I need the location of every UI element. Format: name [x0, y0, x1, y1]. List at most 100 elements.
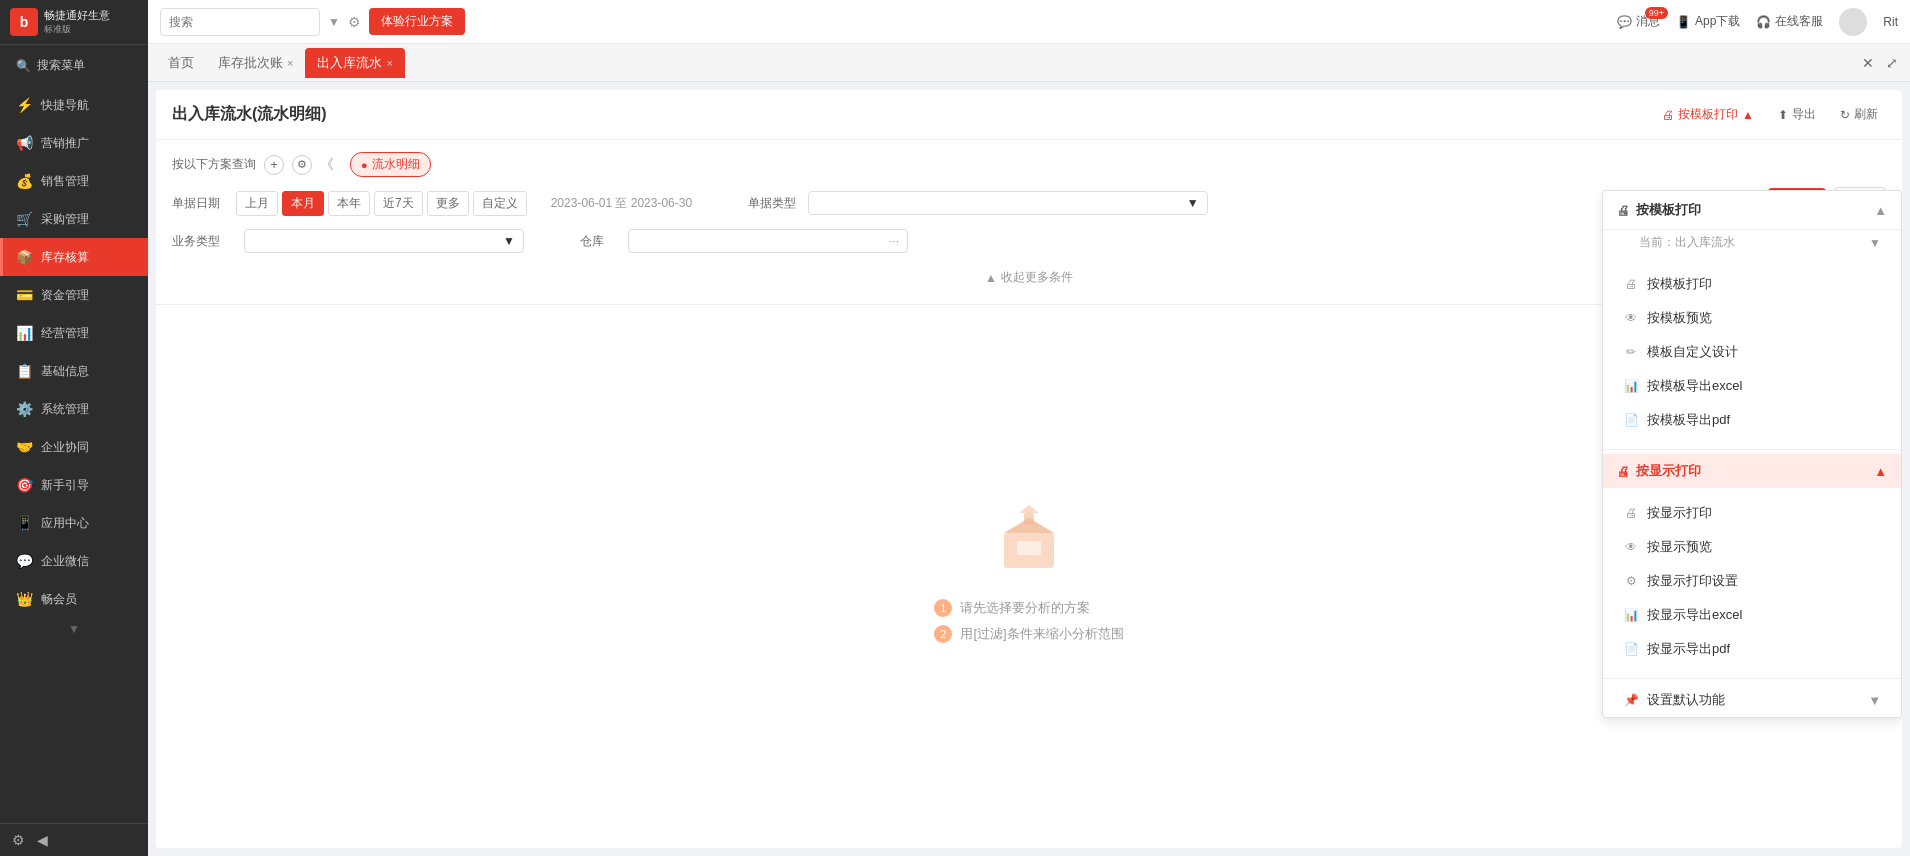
topbar-dropdown-chevron-icon[interactable]: ▼ [328, 15, 340, 29]
sidebar-label-inventory: 库存核算 [41, 249, 89, 266]
date-tag-this-year[interactable]: 本年 [328, 191, 370, 216]
dropdown-template-pdf-btn[interactable]: 📄 按模板导出pdf [1603, 403, 1901, 437]
empty-step-2: 2 用[过滤]条件来缩小分析范围 [934, 625, 1123, 643]
sidebar-item-app-center[interactable]: 📱 应用中心 [0, 504, 148, 542]
sidebar-item-quick-nav[interactable]: ⚡ 快捷导航 [0, 86, 148, 124]
tab-home[interactable]: 首页 [156, 48, 206, 78]
app-name-block: 畅捷通好生意 标准版 [44, 8, 110, 36]
tabbar-right: ✕ ⤢ [1858, 53, 1902, 73]
message-btn[interactable]: 💬 消息 99+ [1617, 13, 1660, 30]
default-fn-icon: 📌 [1623, 692, 1639, 708]
disp-settings-icon: ⚙ [1623, 573, 1639, 589]
chevron-up-icon: ▲ [985, 271, 997, 285]
current-template-chevron-icon[interactable]: ▼ [1869, 236, 1881, 250]
topbar-gear-icon[interactable]: ⚙ [348, 14, 361, 30]
dropdown-template-items: 🖨 按模板打印 👁 按模板预览 ✏ 模板自定义设计 📊 按模板导出excel 📄 [1603, 259, 1901, 445]
purchase-icon: 🛒 [15, 210, 33, 228]
tab-batch[interactable]: 库存批次账 × [206, 48, 305, 78]
tab-flow-close-icon[interactable]: × [386, 57, 392, 69]
dropdown-header-chevron-icon[interactable]: ▲ [1874, 203, 1887, 218]
online-service-btn[interactable]: 🎧 在线客服 [1756, 13, 1823, 30]
user-avatar[interactable] [1839, 8, 1867, 36]
warehouse-select[interactable]: ··· [628, 229, 908, 253]
date-tag-this-month[interactable]: 本月 [282, 191, 324, 216]
sidebar-item-finance[interactable]: 💳 资金管理 [0, 276, 148, 314]
sidebar-item-members[interactable]: 👑 畅会员 [0, 580, 148, 618]
default-fn-chevron-icon: ▼ [1868, 693, 1881, 708]
tab-close-all-btn[interactable]: ✕ [1858, 53, 1878, 73]
tab-expand-btn[interactable]: ⤢ [1882, 53, 1902, 73]
dropdown-template-preview-btn[interactable]: 👁 按模板预览 [1603, 301, 1901, 335]
sidebar-item-marketing[interactable]: 📢 营销推广 [0, 124, 148, 162]
basic-icon: 📋 [15, 362, 33, 380]
print-btn[interactable]: 🖨 按模板打印 ▲ [1654, 102, 1762, 127]
members-icon: 👑 [15, 590, 33, 608]
dropdown-current-item: 当前：出入库流水 ▼ [1603, 230, 1901, 259]
warehouse-more-icon[interactable]: ··· [889, 234, 899, 248]
dropdown-display-pdf-btn[interactable]: 📄 按显示导出pdf [1603, 632, 1901, 666]
export-icon: ⬆ [1778, 108, 1788, 122]
refresh-btn[interactable]: ↻ 刷新 [1832, 102, 1886, 127]
dropdown-display-print-btn[interactable]: 🖨 按显示打印 [1603, 496, 1901, 530]
sidebar-item-system[interactable]: ⚙️ 系统管理 [0, 390, 148, 428]
date-tag-more[interactable]: 更多 [427, 191, 469, 216]
filter-settings-btn[interactable]: ⚙ [292, 155, 312, 175]
active-filter-chip[interactable]: ● 流水明细 [350, 152, 431, 177]
footer-collapse-btn[interactable]: ◀ [37, 832, 48, 848]
topbar-search-input[interactable] [160, 8, 320, 36]
sidebar-item-wechat[interactable]: 💬 企业微信 [0, 542, 148, 580]
footer-settings-btn[interactable]: ⚙ [12, 832, 25, 848]
biz-type-select[interactable]: ▼ [244, 229, 524, 253]
page-content: 出入库流水(流水明细) 🖨 按模板打印 ▲ ⬆ 导出 ↻ 刷新 [156, 90, 1902, 848]
sidebar-item-inventory[interactable]: 📦 库存核算 [0, 238, 148, 276]
date-tag-custom[interactable]: 自定义 [473, 191, 527, 216]
sidebar-label-quick-nav: 快捷导航 [41, 97, 89, 114]
sales-icon: 💰 [15, 172, 33, 190]
refresh-icon: ↻ [1840, 108, 1850, 122]
sidebar-item-purchase[interactable]: 🛒 采购管理 [0, 200, 148, 238]
print-chevron-up-icon: ▲ [1742, 108, 1754, 122]
dropdown-default-fn-btn[interactable]: 📌 设置默认功能 ▼ [1603, 683, 1901, 717]
filter-add-btn[interactable]: + [264, 155, 284, 175]
warehouse-label: 仓库 [580, 233, 604, 250]
finance-icon: 💳 [15, 286, 33, 304]
date-tag-7days[interactable]: 近7天 [374, 191, 423, 216]
sidebar-item-operations[interactable]: 📊 经营管理 [0, 314, 148, 352]
doc-type-select[interactable]: ▼ [808, 191, 1208, 215]
app-download-btn[interactable]: 📱 App下载 [1676, 13, 1740, 30]
display-section-chevron-icon[interactable]: ▲ [1874, 464, 1887, 479]
service-label: 在线客服 [1775, 13, 1823, 30]
biz-type-label: 业务类型 [172, 233, 220, 250]
dropdown-display-settings-btn[interactable]: ⚙ 按显示打印设置 [1603, 564, 1901, 598]
dropdown-template-print-btn[interactable]: 🖨 按模板打印 [1603, 267, 1901, 301]
sidebar-label-wechat: 企业微信 [41, 553, 89, 570]
sidebar-item-sales[interactable]: 💰 销售管理 [0, 162, 148, 200]
print-dropdown-panel: 🖨 按模板打印 ▲ 当前：出入库流水 ▼ 🖨 按模板打印 👁 按模板预览 [1602, 190, 1902, 718]
tab-flow[interactable]: 出入库流水 × [305, 48, 404, 78]
filter-collapse-btn[interactable]: 《 [320, 156, 334, 174]
empty-step-1: 1 请先选择要分析的方案 [934, 599, 1123, 617]
sidebar-item-guide[interactable]: 🎯 新手引导 [0, 466, 148, 504]
sidebar-item-cooperation[interactable]: 🤝 企业协同 [0, 428, 148, 466]
trial-btn[interactable]: 体验行业方案 [369, 8, 465, 35]
phone-icon: 📱 [1676, 15, 1691, 29]
inventory-icon: 📦 [15, 248, 33, 266]
sidebar-label-operations: 经营管理 [41, 325, 89, 342]
tab-batch-close-icon[interactable]: × [287, 57, 293, 69]
page-header: 出入库流水(流水明细) 🖨 按模板打印 ▲ ⬆ 导出 ↻ 刷新 [156, 90, 1902, 140]
disp-settings-label: 按显示打印设置 [1647, 572, 1738, 590]
date-tag-last-month[interactable]: 上月 [236, 191, 278, 216]
date-filter-label: 单据日期 [172, 195, 220, 212]
topbar-right: 💬 消息 99+ 📱 App下载 🎧 在线客服 Rit [1617, 8, 1898, 36]
tpl-custom-icon: ✏ [1623, 344, 1639, 360]
dropdown-display-excel-btn[interactable]: 📊 按显示导出excel [1603, 598, 1901, 632]
tpl-pdf-icon: 📄 [1623, 412, 1639, 428]
dropdown-template-custom-btn[interactable]: ✏ 模板自定义设计 [1603, 335, 1901, 369]
dropdown-template-excel-btn[interactable]: 📊 按模板导出excel [1603, 369, 1901, 403]
date-filter-tags: 上月 本月 本年 近7天 更多 自定义 [236, 191, 527, 216]
search-menu-btn[interactable]: 🔍 搜索菜单 [10, 53, 138, 78]
sidebar-item-basic[interactable]: 📋 基础信息 [0, 352, 148, 390]
tab-home-label: 首页 [168, 54, 194, 72]
export-btn[interactable]: ⬆ 导出 [1770, 102, 1824, 127]
dropdown-display-preview-btn[interactable]: 👁 按显示预览 [1603, 530, 1901, 564]
